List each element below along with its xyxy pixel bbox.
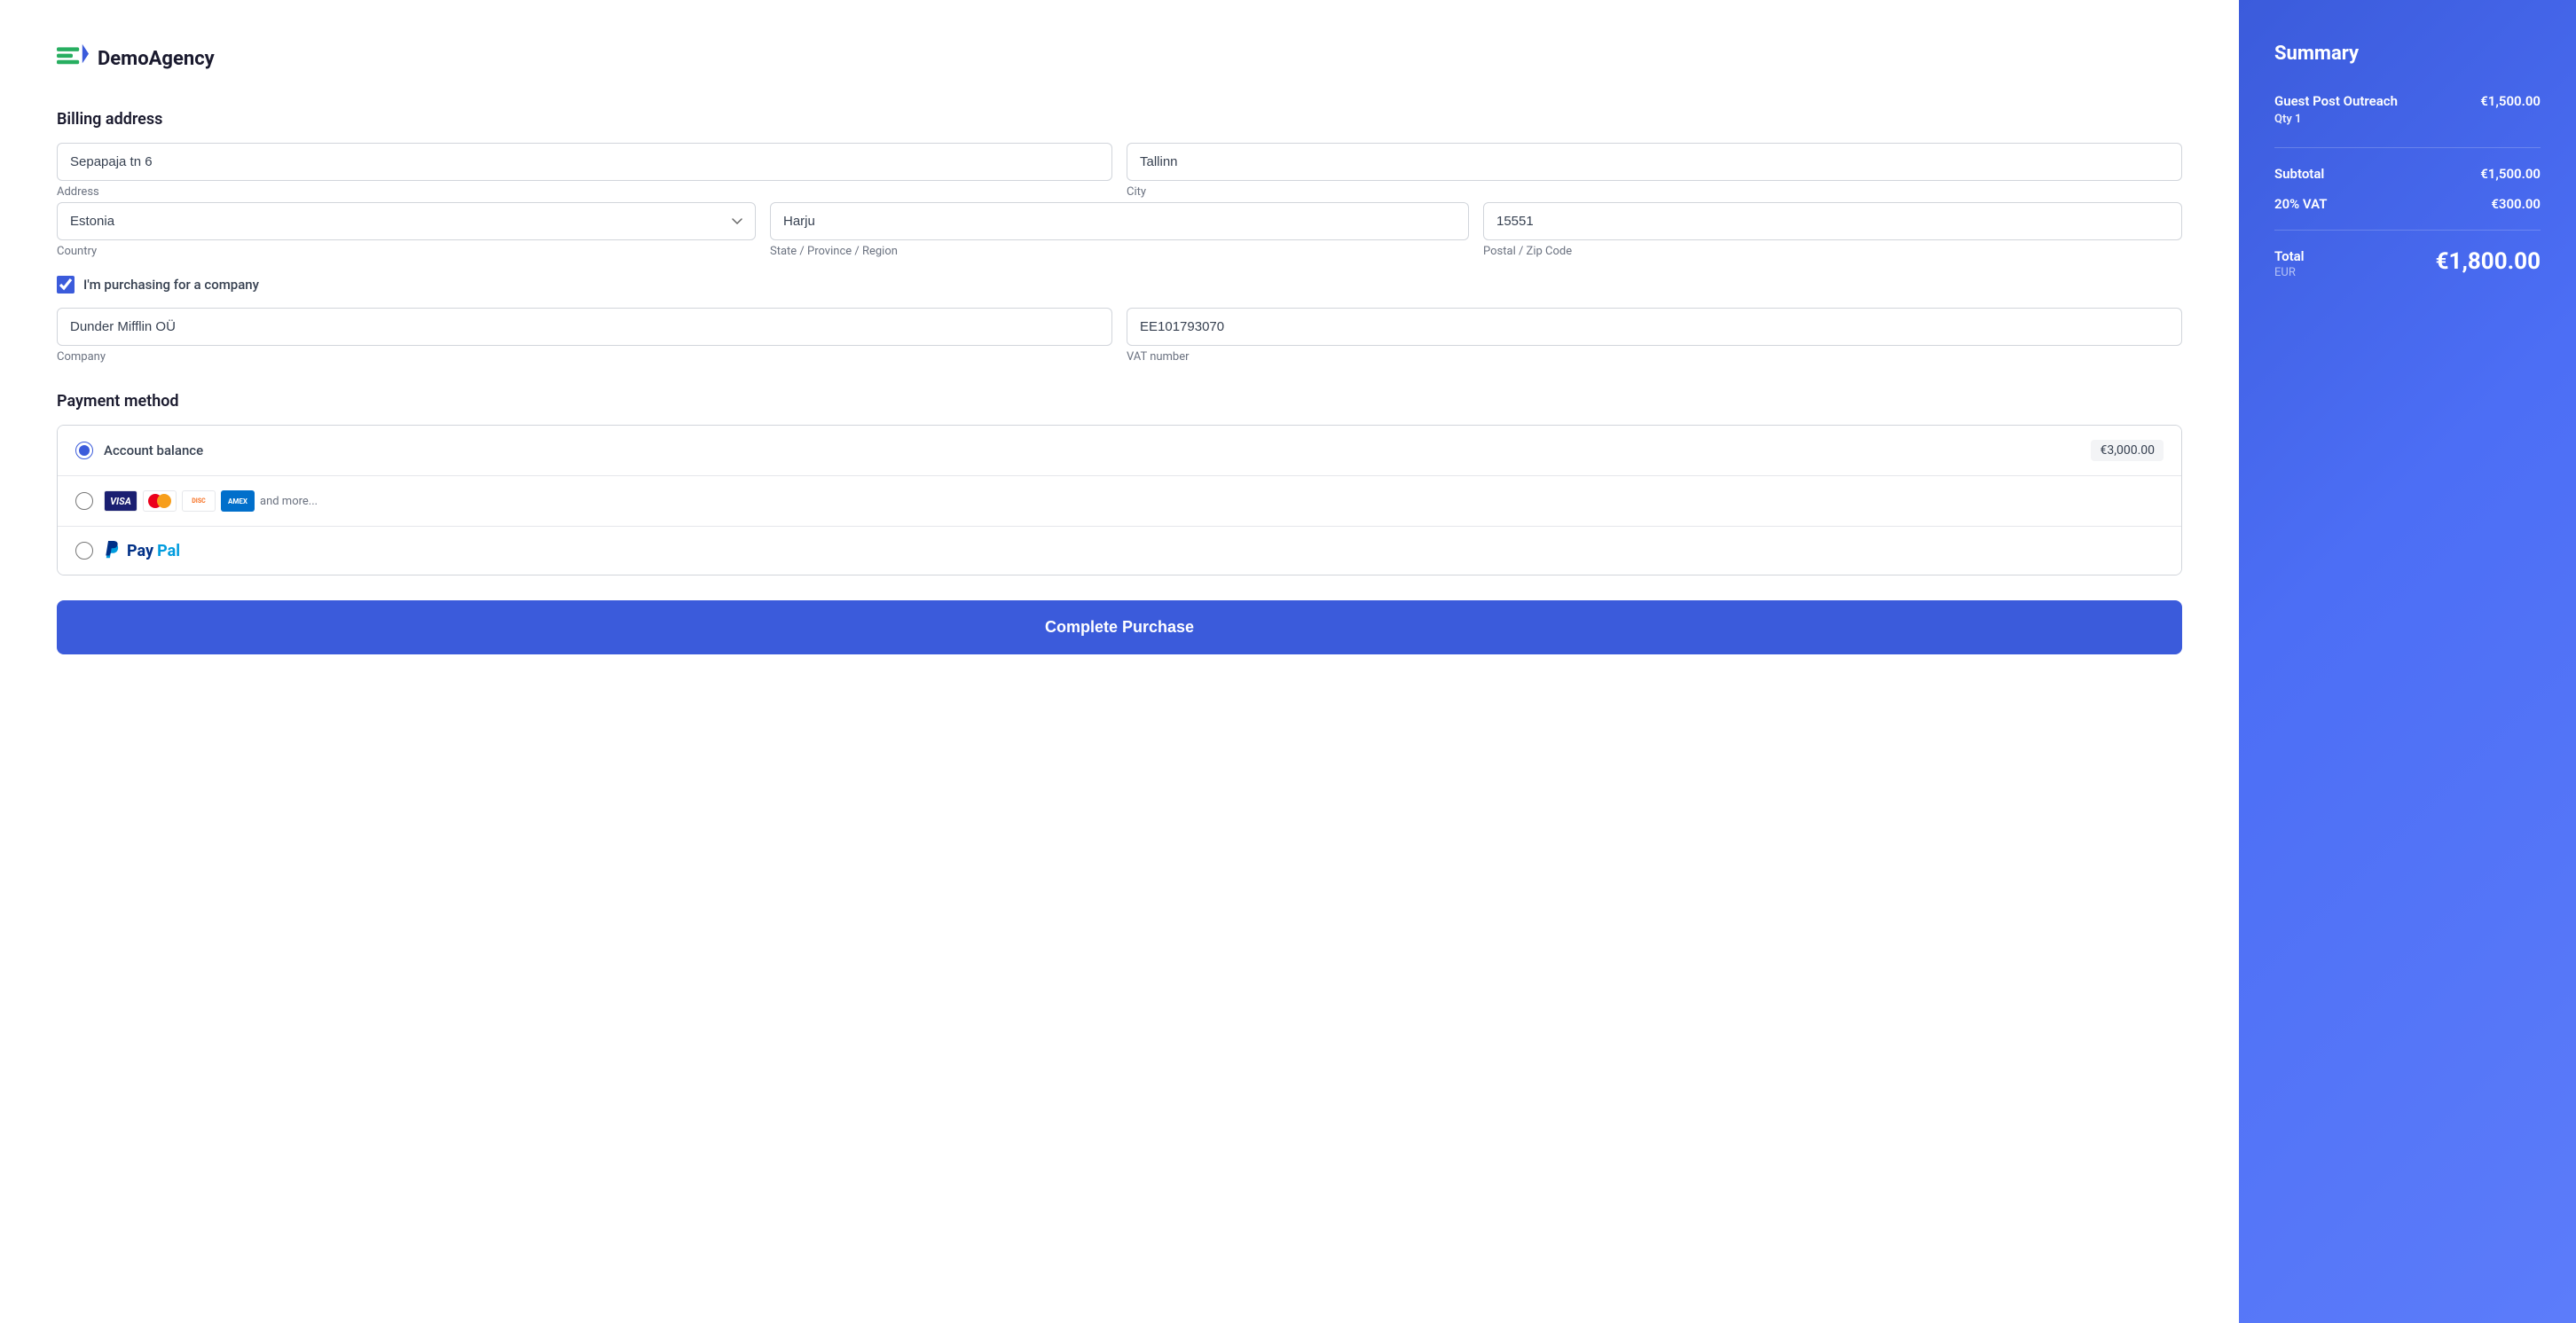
- city-label: City: [1127, 185, 2182, 199]
- and-more-label: and more...: [260, 495, 318, 508]
- total-label-group: Total EUR: [2274, 248, 2305, 279]
- summary-item: Guest Post Outreach €1,500.00 Qty 1: [2274, 93, 2541, 126]
- vat-value: €300.00: [2491, 196, 2541, 212]
- state-field: State / Province / Region: [770, 202, 1469, 258]
- logo-icon: [57, 43, 89, 74]
- summary-vat-row: 20% VAT €300.00: [2274, 196, 2541, 212]
- logo-area: DemoAgency: [57, 43, 2182, 74]
- country-field: Estonia Latvia Lithuania Country: [57, 202, 756, 258]
- summary-panel: Summary Guest Post Outreach €1,500.00 Qt…: [2239, 0, 2576, 1323]
- paypal-pal: Pal: [157, 542, 180, 560]
- company-vat-row: Company VAT number: [57, 308, 2182, 364]
- zip-field: Postal / Zip Code: [1483, 202, 2182, 258]
- total-value: €1,800.00: [2436, 248, 2541, 275]
- total-currency: EUR: [2274, 266, 2305, 279]
- paypal-p: Pay: [127, 542, 153, 560]
- amex-icon: AMEX: [221, 490, 255, 512]
- left-panel: DemoAgency Billing address Address City: [0, 0, 2239, 1323]
- account-balance-value: €3,000.00: [2091, 440, 2164, 461]
- subtotal-label: Subtotal: [2274, 166, 2324, 182]
- paypal-icon: [104, 541, 123, 560]
- company-input[interactable]: [57, 308, 1112, 346]
- address-city-row: Address City: [57, 143, 2182, 199]
- zip-label: Postal / Zip Code: [1483, 245, 2182, 258]
- summary-item-price: €1,500.00: [2480, 93, 2541, 109]
- summary-title: Summary: [2274, 43, 2541, 65]
- company-checkbox-label[interactable]: I'm purchasing for a company: [83, 277, 259, 293]
- complete-purchase-button[interactable]: Complete Purchase: [57, 600, 2182, 654]
- city-input[interactable]: [1127, 143, 2182, 181]
- visa-icon: VISA: [104, 490, 137, 512]
- address-field: Address: [57, 143, 1112, 199]
- subtotal-value: €1,500.00: [2480, 166, 2541, 182]
- payment-section-title: Payment method: [57, 392, 2182, 411]
- address-label: Address: [57, 185, 1112, 199]
- summary-qty-value: 1: [2295, 113, 2301, 126]
- card-icons: VISA DISC AMEX: [104, 490, 318, 512]
- billing-section: Billing address Address City Estonia Lat…: [57, 110, 2182, 367]
- company-field: Company: [57, 308, 1112, 364]
- zip-input[interactable]: [1483, 202, 2182, 240]
- credit-card-radio[interactable]: [75, 492, 93, 510]
- summary-subtotal-row: Subtotal €1,500.00: [2274, 166, 2541, 182]
- vat-field: VAT number: [1127, 308, 2182, 364]
- billing-section-title: Billing address: [57, 110, 2182, 129]
- country-label: Country: [57, 245, 756, 258]
- company-checkbox-row: I'm purchasing for a company: [57, 276, 2182, 294]
- account-balance-radio[interactable]: [75, 442, 93, 459]
- country-state-zip-row: Estonia Latvia Lithuania Country State /…: [57, 202, 2182, 258]
- summary-item-row: Guest Post Outreach €1,500.00: [2274, 93, 2541, 109]
- account-balance-content: Account balance €3,000.00: [104, 440, 2164, 461]
- summary-divider-2: [2274, 230, 2541, 231]
- city-field: City: [1127, 143, 2182, 199]
- country-select[interactable]: Estonia Latvia Lithuania: [57, 202, 756, 240]
- state-input[interactable]: [770, 202, 1469, 240]
- summary-qty: Qty 1: [2274, 113, 2541, 126]
- payment-option-account-balance[interactable]: Account balance €3,000.00: [58, 426, 2181, 476]
- address-input[interactable]: [57, 143, 1112, 181]
- paypal-radio[interactable]: [75, 542, 93, 560]
- account-balance-label[interactable]: Account balance: [104, 442, 203, 458]
- vat-input[interactable]: [1127, 308, 2182, 346]
- vat-label: VAT number: [1127, 350, 2182, 364]
- payment-section: Payment method Account balance €3,000.00: [57, 392, 2182, 575]
- discover-icon: DISC: [182, 490, 216, 512]
- vat-label: 20% VAT: [2274, 196, 2327, 212]
- payment-options: Account balance €3,000.00 VISA: [57, 425, 2182, 575]
- state-label: State / Province / Region: [770, 245, 1469, 258]
- mastercard-icon: [143, 490, 177, 512]
- credit-card-content: VISA DISC AMEX: [104, 490, 2164, 512]
- summary-divider: [2274, 147, 2541, 148]
- total-label: Total: [2274, 248, 2305, 264]
- brand-name: DemoAgency: [98, 48, 215, 70]
- company-checkbox[interactable]: [57, 276, 75, 294]
- paypal-logo: PayPal: [104, 541, 180, 560]
- summary-total-section: Total EUR €1,800.00: [2274, 248, 2541, 279]
- payment-option-credit-card[interactable]: VISA DISC AMEX: [58, 476, 2181, 527]
- summary-item-name: Guest Post Outreach: [2274, 93, 2398, 109]
- company-label: Company: [57, 350, 1112, 364]
- summary-total-row: Total EUR €1,800.00: [2274, 248, 2541, 279]
- payment-option-paypal[interactable]: PayPal: [58, 527, 2181, 575]
